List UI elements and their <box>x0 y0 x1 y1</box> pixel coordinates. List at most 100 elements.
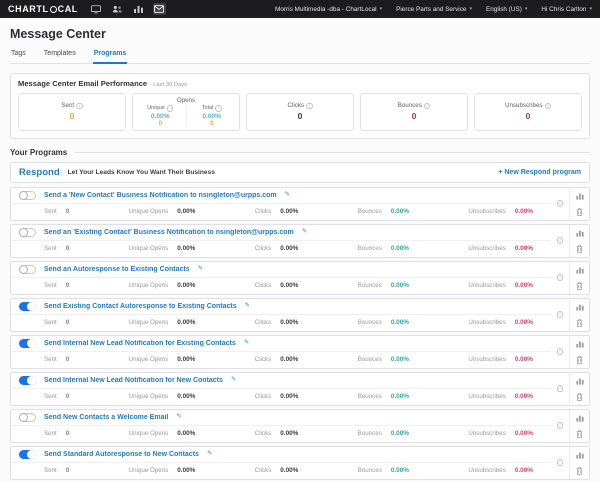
program-delete-trash-icon[interactable] <box>570 426 589 442</box>
sent-card: Sent i 0 <box>18 93 126 131</box>
edit-pencil-icon[interactable]: ✎ <box>207 450 212 458</box>
program-title[interactable]: Send Internal New Lead Notification for … <box>44 340 236 347</box>
edit-pencil-icon[interactable]: ✎ <box>245 302 250 310</box>
info-icon[interactable]: i <box>423 102 431 109</box>
program-enabled-toggle[interactable] <box>19 449 36 459</box>
stat-unique-opens-value: 0.00% <box>177 281 196 289</box>
program-enabled-toggle[interactable] <box>19 412 36 422</box>
stat-unsubscribes-value: 0.00% <box>514 392 533 400</box>
program-info-button[interactable]: i <box>551 373 569 405</box>
program-delete-trash-icon[interactable] <box>570 352 589 368</box>
stat-sent-value: 0 <box>65 466 70 474</box>
program-enabled-toggle[interactable] <box>19 301 36 311</box>
top-navbar: CHARTL CAL Morris Multimedia -dba - Chart… <box>0 0 600 18</box>
chartlocal-logo[interactable]: CHARTL CAL <box>8 4 78 14</box>
clicks-card-value: 0 <box>297 111 303 122</box>
monitor-icon[interactable] <box>90 3 103 15</box>
program-title[interactable]: Send Internal New Lead Notification for … <box>44 377 223 384</box>
program-info-button[interactable]: i <box>551 447 569 479</box>
program-delete-trash-icon[interactable] <box>570 463 589 479</box>
edit-pencil-icon[interactable]: ✎ <box>244 339 249 347</box>
logo-text-right: CAL <box>57 4 78 14</box>
program-info-button[interactable]: i <box>551 336 569 368</box>
info-icon: i <box>556 385 564 392</box>
program-stats-icon[interactable] <box>570 262 589 278</box>
stat-sent-value: 0 <box>65 207 70 215</box>
program-delete-trash-icon[interactable] <box>570 204 589 220</box>
info-icon[interactable]: i <box>76 102 83 109</box>
unsubscribes-card: Unsubscribes i 0 <box>474 93 582 131</box>
tab-tags[interactable]: Tags <box>10 46 27 63</box>
info-icon[interactable]: i <box>215 105 222 112</box>
mail-icon[interactable] <box>152 3 166 15</box>
program-info-button[interactable]: i <box>551 188 569 220</box>
program-stats-icon[interactable] <box>570 410 589 426</box>
stat-unsubscribes-value: 0.00% <box>514 281 533 289</box>
program-title-line: Send Internal New Lead Notification for … <box>11 336 551 351</box>
program-delete-trash-icon[interactable] <box>570 315 589 331</box>
stat-unsubscribes-value: 0.00% <box>514 244 533 252</box>
program-info-button[interactable]: i <box>551 225 569 257</box>
program-stats-icon[interactable] <box>570 373 589 389</box>
user-menu[interactable]: Hi Chris Carlton ▾ <box>541 6 592 13</box>
program-info-button[interactable]: i <box>551 410 569 442</box>
stat-unique-opens-label: Unique Opens <box>128 318 169 326</box>
edit-pencil-icon[interactable]: ✎ <box>302 228 307 236</box>
program-row: Send an Autoresponse to Existing Contact… <box>10 260 590 295</box>
stat-bounces-label: Bounces <box>357 429 382 437</box>
stat-unique-opens-label: Unique Opens <box>128 281 169 289</box>
program-title[interactable]: Send Standard Autoresponse to New Contac… <box>44 451 199 458</box>
caret-down-icon: ▾ <box>469 5 472 12</box>
program-stats-line: Sent 0 Unique Opens 0.00% Clicks 0.00% B… <box>11 276 551 294</box>
program-delete-trash-icon[interactable] <box>570 278 589 294</box>
stat-unsubscribes-value: 0.00% <box>514 466 533 474</box>
program-title[interactable]: Send Existing Contact Autoresponse to Ex… <box>44 303 237 310</box>
program-title-line: Send an Autoresponse to Existing Contact… <box>11 262 551 277</box>
opens-unique-percent: 0.00% <box>150 112 170 120</box>
new-respond-program-link[interactable]: + New Respond program <box>498 169 581 176</box>
edit-pencil-icon[interactable]: ✎ <box>231 376 236 384</box>
program-stats-icon[interactable] <box>570 299 589 315</box>
program-title[interactable]: Send a 'New Contact' Business Notificati… <box>44 192 277 199</box>
language-menu[interactable]: English (US) ▾ <box>486 6 527 13</box>
program-delete-trash-icon[interactable] <box>570 389 589 405</box>
program-enabled-toggle[interactable] <box>19 375 36 385</box>
program-row-actions <box>569 224 589 257</box>
edit-pencil-icon[interactable]: ✎ <box>198 265 203 273</box>
program-info-button[interactable]: i <box>551 299 569 331</box>
bounces-card: Bounces i 0 <box>360 93 468 131</box>
program-stats-icon[interactable] <box>570 336 589 352</box>
stat-unique-opens-value: 0.00% <box>177 429 196 437</box>
program-stats-line: Sent 0 Unique Opens 0.00% Clicks 0.00% B… <box>11 387 551 405</box>
program-enabled-toggle[interactable] <box>19 338 36 348</box>
stat-clicks-value: 0.00% <box>280 244 299 252</box>
tab-programs[interactable]: Programs <box>92 46 128 64</box>
program-enabled-toggle[interactable] <box>19 264 36 274</box>
tab-templates[interactable]: Templates <box>43 46 77 63</box>
program-stats-icon[interactable] <box>570 225 589 241</box>
stat-unique-opens-label: Unique Opens <box>128 207 169 215</box>
program-row: Send Internal New Lead Notification for … <box>10 334 590 369</box>
users-icon[interactable] <box>111 3 124 15</box>
bar-chart-icon[interactable] <box>132 3 145 15</box>
program-title-line: Send a 'New Contact' Business Notificati… <box>11 188 551 203</box>
program-title[interactable]: Send an 'Existing Contact' Business Noti… <box>44 229 294 236</box>
program-stats-icon[interactable] <box>570 447 589 463</box>
edit-pencil-icon[interactable]: ✎ <box>285 191 290 199</box>
info-icon: i <box>556 200 564 207</box>
edit-pencil-icon[interactable]: ✎ <box>176 413 181 421</box>
program-stats-icon[interactable] <box>570 188 589 204</box>
program-enabled-toggle[interactable] <box>19 227 36 237</box>
info-icon[interactable]: i <box>306 102 313 109</box>
account-menu[interactable]: Morris Multimedia -dba - ChartLocal ▾ <box>275 6 382 13</box>
info-icon[interactable]: i <box>166 105 174 112</box>
opens-total-col: Total i 0.00% 0 <box>185 105 238 127</box>
program-enabled-toggle[interactable] <box>19 190 36 200</box>
your-programs-title: Your Programs <box>10 147 68 157</box>
location-menu[interactable]: Pierce Parts and Service ▾ <box>396 6 472 13</box>
program-title[interactable]: Send an Autoresponse to Existing Contact… <box>44 266 190 273</box>
program-title[interactable]: Send New Contacts a Welcome Email <box>44 414 168 421</box>
program-info-button[interactable]: i <box>551 262 569 294</box>
info-icon[interactable]: i <box>544 102 551 109</box>
program-delete-trash-icon[interactable] <box>570 241 589 257</box>
